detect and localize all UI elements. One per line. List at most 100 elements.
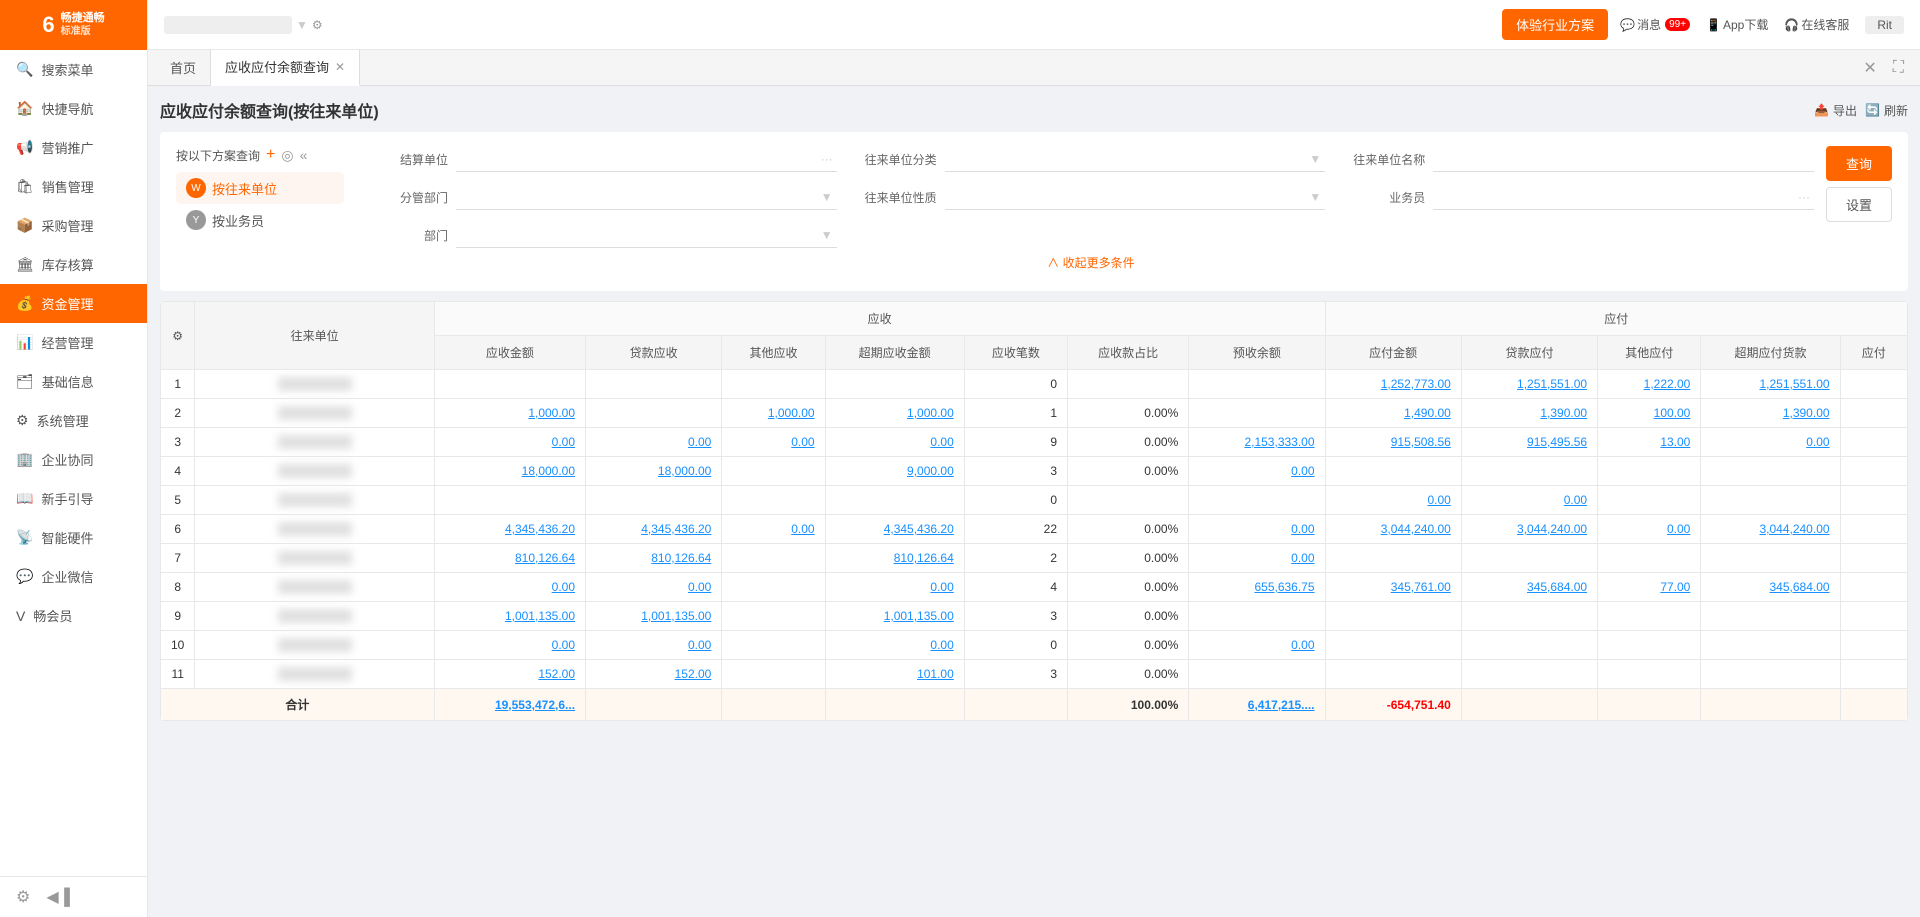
sidebar-item-member[interactable]: V畅会员 [0,596,147,635]
sidebar-item-marketing[interactable]: 📢营销推广 [0,128,147,167]
table-settings-icon[interactable]: ⚙ [172,329,183,343]
settings-filter-icon[interactable]: ◎ [281,147,293,164]
table-cell[interactable]: 0.00 [1189,631,1325,660]
table-cell[interactable]: 1,252,773.00 [1325,370,1461,399]
table-cell[interactable] [1598,602,1701,631]
table-cell[interactable] [1598,631,1701,660]
table-cell[interactable]: 1,222.00 [1598,370,1701,399]
table-cell[interactable]: 0.00 [722,428,825,457]
settings-col-icon[interactable]: ⚙ [161,302,195,370]
table-cell[interactable]: 1,000.00 [722,399,825,428]
table-cell[interactable] [1461,660,1597,689]
yewuyuan-input[interactable]: ··· [1433,184,1814,210]
sidebar-item-operation[interactable]: 📊经营管理 [0,323,147,362]
filter-by-unit[interactable]: W 按往来单位 [176,172,344,204]
table-cell[interactable]: 0.00 [1461,486,1597,515]
table-cell[interactable]: 1,000.00 [434,399,585,428]
table-cell[interactable]: 0.00 [1701,428,1840,457]
table-cell[interactable] [1701,602,1840,631]
table-cell[interactable]: 1,390.00 [1461,399,1597,428]
table-cell[interactable] [1598,457,1701,486]
window-maximize-icon[interactable]: ⛶ [1885,59,1912,77]
table-cell[interactable]: 3,044,240.00 [1461,515,1597,544]
table-cell[interactable] [722,457,825,486]
table-cell[interactable] [434,486,585,515]
sidebar-item-hardware[interactable]: 📡智能硬件 [0,518,147,557]
sidebar-item-guide[interactable]: 📖新手引导 [0,479,147,518]
online-service-btn[interactable]: 🎧 在线客服 [1784,16,1849,33]
settings-footer-icon[interactable]: ⚙ [16,887,30,907]
table-cell[interactable] [1461,544,1597,573]
table-cell[interactable]: 0.00 [434,428,585,457]
jiesuandanwei-input[interactable]: ··· [456,146,837,172]
table-cell[interactable]: 0.00 [586,428,722,457]
table-cell[interactable] [825,370,964,399]
table-cell[interactable]: 18,000.00 [586,457,722,486]
table-cell[interactable] [1701,544,1840,573]
table-cell[interactable]: 0.00 [586,631,722,660]
table-cell[interactable] [722,370,825,399]
table-cell[interactable]: 2,153,333.00 [1189,428,1325,457]
table-cell[interactable] [1189,486,1325,515]
table-cell[interactable] [1325,602,1461,631]
table-cell[interactable]: 4,345,436.20 [586,515,722,544]
table-cell[interactable] [586,399,722,428]
table-cell[interactable] [722,486,825,515]
table-cell[interactable]: 810,126.64 [586,544,722,573]
table-cell[interactable]: 152.00 [434,660,585,689]
sidebar-item-nav[interactable]: 🏠快捷导航 [0,89,147,128]
sidebar-item-sales[interactable]: 🛍销售管理 [0,167,147,206]
table-cell[interactable]: 345,761.00 [1325,573,1461,602]
table-cell[interactable] [1325,457,1461,486]
table-cell[interactable]: 1,251,551.00 [1461,370,1597,399]
table-cell[interactable] [1598,660,1701,689]
table-cell[interactable]: 0.00 [434,573,585,602]
table-cell[interactable] [1461,457,1597,486]
wanglaiming-input[interactable] [1433,146,1814,172]
table-cell[interactable] [722,660,825,689]
table-cell[interactable]: 18,000.00 [434,457,585,486]
refresh-btn[interactable]: 🔄 刷新 [1865,102,1908,119]
collapse-filter-icon[interactable]: « [300,147,308,163]
table-cell[interactable] [434,370,585,399]
table-cell[interactable]: 1,001,135.00 [825,602,964,631]
table-cell[interactable]: 0.00 [825,428,964,457]
table-cell[interactable]: 1,001,135.00 [586,602,722,631]
table-cell[interactable]: 101.00 [825,660,964,689]
tab-home[interactable]: 首页 [156,50,211,86]
table-cell[interactable] [1461,631,1597,660]
tab-query[interactable]: 应收应付余额查询 ✕ [211,50,360,86]
table-cell[interactable] [722,573,825,602]
table-cell[interactable]: 4,345,436.20 [825,515,964,544]
table-cell[interactable] [1325,631,1461,660]
table-cell[interactable] [1701,660,1840,689]
table-cell[interactable]: 345,684.00 [1461,573,1597,602]
table-cell[interactable]: 4,345,436.20 [434,515,585,544]
gear-icon[interactable]: ⚙ [312,18,323,32]
table-cell[interactable] [1325,660,1461,689]
query-btn[interactable]: 查询 [1826,146,1892,181]
tab-close-icon[interactable]: ✕ [335,60,345,74]
app-download-btn[interactable]: 📱 App下载 [1706,16,1768,33]
table-cell[interactable]: 0.00 [825,631,964,660]
table-cell[interactable]: 0.00 [1189,515,1325,544]
table-cell[interactable] [1189,399,1325,428]
setting-btn[interactable]: 设置 [1826,187,1892,222]
table-cell[interactable]: 77.00 [1598,573,1701,602]
sidebar-item-basic[interactable]: 🗂基础信息 [0,362,147,401]
table-cell[interactable]: 1,001,135.00 [434,602,585,631]
table-cell[interactable] [1598,544,1701,573]
user-avatar[interactable]: Rit [1865,16,1904,34]
table-cell[interactable]: 810,126.64 [434,544,585,573]
table-cell[interactable]: 1,000.00 [825,399,964,428]
table-cell[interactable]: 1,251,551.00 [1701,370,1840,399]
table-cell[interactable]: 915,495.56 [1461,428,1597,457]
table-cell[interactable] [1701,457,1840,486]
table-cell[interactable] [1325,544,1461,573]
table-cell[interactable]: 3,044,240.00 [1701,515,1840,544]
table-cell[interactable] [1701,631,1840,660]
window-close-icon[interactable]: ✕ [1855,58,1884,78]
table-cell[interactable] [586,486,722,515]
table-cell[interactable]: 345,684.00 [1701,573,1840,602]
table-cell[interactable]: 9,000.00 [825,457,964,486]
